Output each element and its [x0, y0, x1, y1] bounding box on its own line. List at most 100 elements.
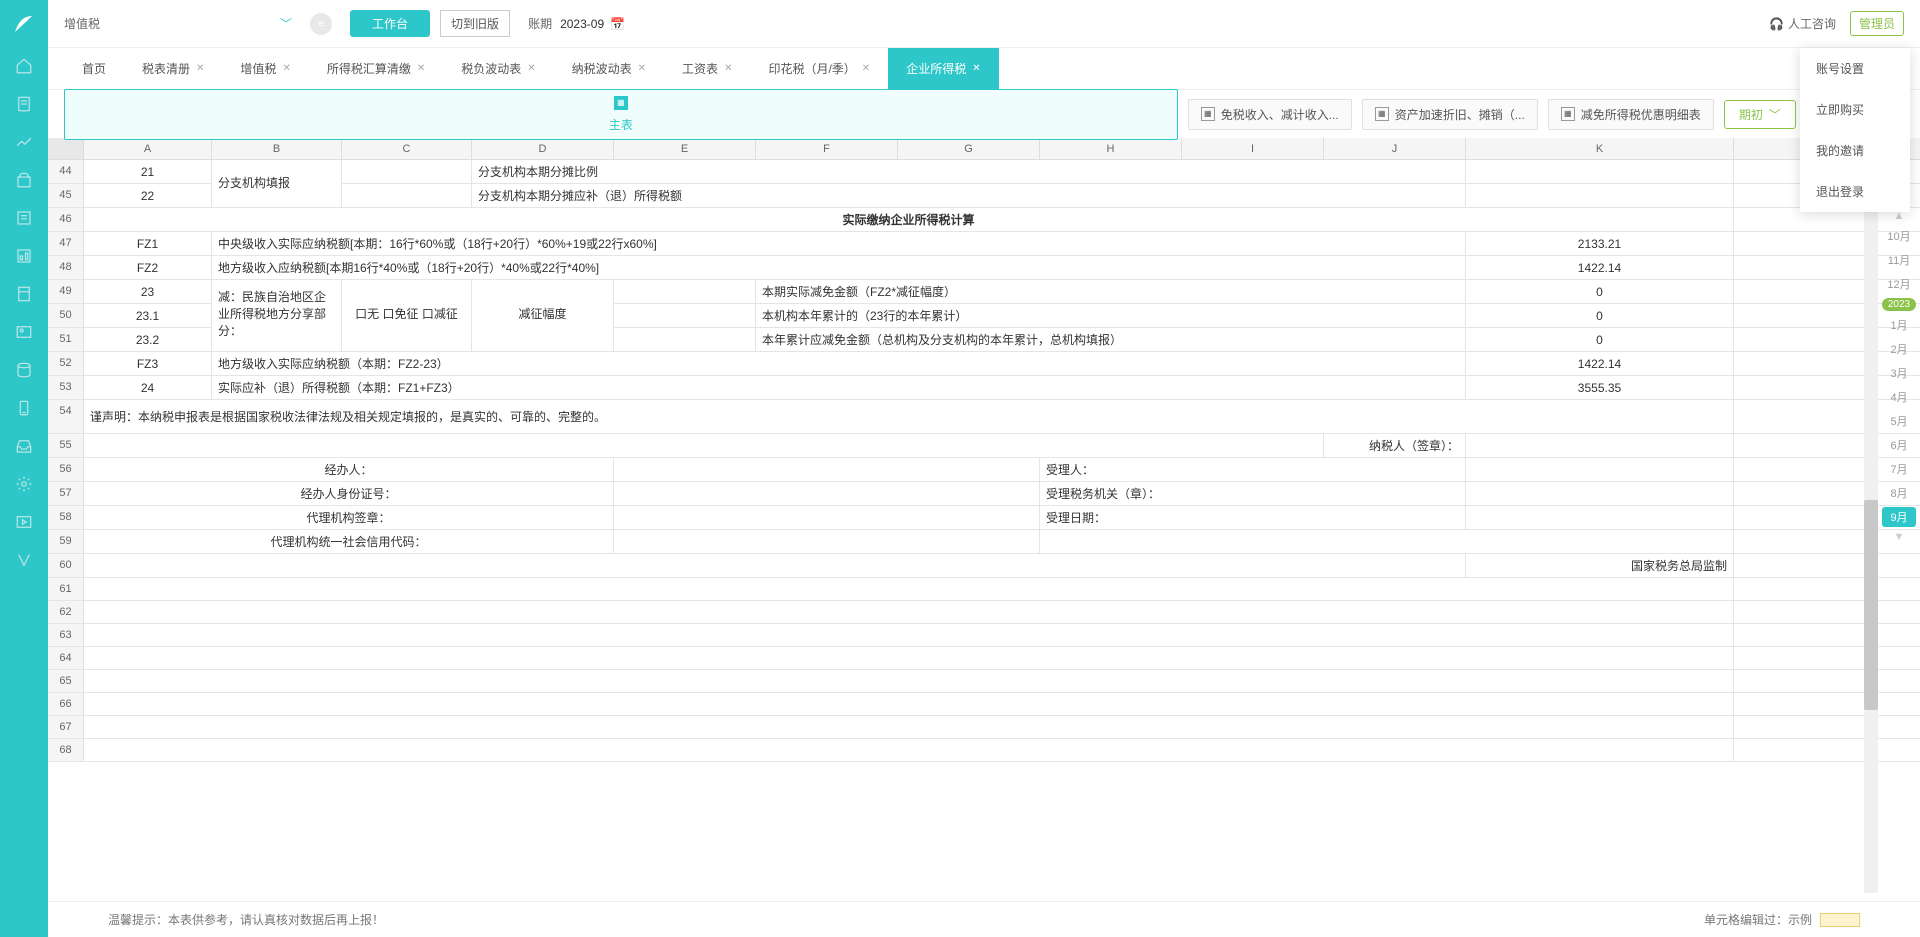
row-number[interactable]: 62 [48, 601, 84, 623]
cell[interactable]: 经办人： [84, 458, 614, 481]
cell[interactable] [1466, 434, 1734, 457]
row-number[interactable]: 56 [48, 458, 84, 481]
row-number[interactable]: 48 [48, 256, 84, 279]
switch-old-button[interactable]: 切到旧版 [440, 10, 510, 37]
cell[interactable]: 地方级收入应纳税额[本期16行*40%或（18行+20行）*40%或22行*40… [212, 256, 1466, 279]
cell[interactable] [84, 624, 1734, 646]
row-number[interactable]: 60 [48, 554, 84, 577]
cell[interactable]: 本期实际减免金额（FZ2*减征幅度） [756, 280, 1466, 303]
month-item[interactable]: 8月 [1886, 483, 1911, 503]
month-item[interactable]: 2月 [1886, 339, 1911, 359]
subtab-deduction[interactable]: ▦减免所得税优惠明细表 [1548, 99, 1714, 130]
tab[interactable]: 工资表✕ [664, 48, 750, 89]
month-item[interactable]: 1月 [1886, 315, 1911, 335]
nav-calc-icon[interactable] [14, 284, 34, 304]
cell[interactable]: FZ2 [84, 256, 212, 279]
row-number[interactable]: 50 [48, 304, 84, 327]
cell[interactable]: 0 [1466, 280, 1734, 303]
row-number[interactable]: 49 [48, 280, 84, 303]
cell[interactable]: 实际缴纳企业所得税计算 [84, 208, 1734, 231]
col-header[interactable]: B [212, 138, 342, 159]
tab[interactable]: 首页 [64, 48, 124, 89]
cell[interactable] [1466, 482, 1734, 505]
cell[interactable]: 23.1 [84, 304, 212, 327]
month-item[interactable]: 10月 [1883, 226, 1914, 246]
cell[interactable]: 23 [84, 280, 212, 303]
nav-inbox-icon[interactable] [14, 436, 34, 456]
cell[interactable]: 代理机构统一社会信用代码： [84, 530, 614, 553]
month-down-icon[interactable]: ▼ [1894, 531, 1905, 543]
dropdown-item-account[interactable]: 账号设置 [1800, 48, 1910, 89]
row-number[interactable]: 63 [48, 624, 84, 646]
tab[interactable]: 印花税（月/季）✕ [750, 48, 888, 89]
vertical-scrollbar[interactable] [1864, 160, 1878, 893]
cell[interactable]: 分支机构填报 [212, 160, 342, 204]
nav-gear-icon[interactable] [14, 474, 34, 494]
close-icon[interactable]: ✕ [638, 63, 646, 74]
consult-button[interactable]: 🎧 人工咨询 [1769, 15, 1836, 32]
close-icon[interactable]: ✕ [724, 63, 732, 74]
cell[interactable] [614, 304, 756, 327]
cell[interactable]: 谨声明：本纳税申报表是根据国家税收法律法规及相关规定填报的，是真实的、可靠的、完… [84, 400, 1734, 433]
cell[interactable]: FZ3 [84, 352, 212, 375]
close-icon[interactable]: ✕ [417, 63, 425, 74]
cell[interactable]: 纳税人（签章）： [1324, 434, 1466, 457]
nav-image-icon[interactable] [14, 322, 34, 342]
cell[interactable]: 受理税务机关（章）： [1040, 482, 1466, 505]
cell[interactable]: 经办人身份证号： [84, 482, 614, 505]
period-initial-dropdown[interactable]: 期初﹀ [1724, 100, 1796, 129]
nav-report-icon[interactable] [14, 246, 34, 266]
cell[interactable]: 中央级收入实际应纳税额[本期：16行*60%或（18行+20行）*60%+19或… [212, 232, 1466, 255]
row-number[interactable]: 46 [48, 208, 84, 231]
close-icon[interactable]: ✕ [527, 63, 535, 74]
cell[interactable] [342, 160, 472, 183]
cell[interactable] [614, 482, 1040, 505]
cell[interactable]: FZ1 [84, 232, 212, 255]
cell[interactable]: 0 [1466, 328, 1734, 351]
nav-home-icon[interactable] [14, 56, 34, 76]
row-number[interactable]: 55 [48, 434, 84, 457]
cell[interactable]: 受理人： [1040, 458, 1466, 481]
tab[interactable]: 所得税汇算清缴✕ [309, 48, 443, 89]
close-icon[interactable]: ✕ [862, 63, 870, 74]
row-number[interactable]: 54 [48, 400, 84, 433]
cell[interactable] [614, 458, 1040, 481]
cell[interactable] [342, 184, 472, 207]
cell[interactable] [84, 739, 1734, 761]
close-icon[interactable]: ✕ [282, 63, 290, 74]
select-all-corner[interactable] [48, 138, 84, 159]
row-number[interactable]: 67 [48, 716, 84, 738]
scroll-thumb[interactable] [1864, 500, 1878, 710]
cell[interactable]: 分支机构本期分摊应补（退）所得税额 [472, 184, 1466, 207]
month-item[interactable]: 11月 [1884, 250, 1914, 270]
month-item[interactable]: 7月 [1886, 459, 1911, 479]
tab[interactable]: 增值税✕ [222, 48, 308, 89]
workspace-button[interactable]: 工作台 [350, 10, 430, 37]
tab[interactable]: 企业所得税✕ [888, 48, 998, 89]
nav-v-icon[interactable] [14, 550, 34, 570]
col-header[interactable]: H [1040, 138, 1182, 159]
col-header[interactable]: G [898, 138, 1040, 159]
row-number[interactable]: 68 [48, 739, 84, 761]
col-header[interactable]: F [756, 138, 898, 159]
subtab-exempt[interactable]: ▦免税收入、减计收入... [1188, 99, 1352, 130]
cell[interactable] [84, 578, 1734, 600]
cell[interactable] [614, 530, 1040, 553]
row-number[interactable]: 45 [48, 184, 84, 207]
dropdown-item-invite[interactable]: 我的邀请 [1800, 130, 1910, 171]
cell[interactable]: 本机构本年累计的（23行的本年累计） [756, 304, 1466, 327]
month-item[interactable]: 6月 [1886, 435, 1911, 455]
nav-list-icon[interactable] [14, 208, 34, 228]
row-number[interactable]: 61 [48, 578, 84, 600]
nav-chart-icon[interactable] [14, 132, 34, 152]
cell[interactable] [614, 280, 756, 303]
nav-bag-icon[interactable] [14, 170, 34, 190]
cell[interactable]: 地方级收入实际应纳税额（本期：FZ2-23） [212, 352, 1466, 375]
tax-type-select[interactable]: 增值税 ﹀ [64, 15, 292, 32]
close-icon[interactable]: ✕ [972, 63, 980, 74]
month-item[interactable]: 4月 [1886, 387, 1911, 407]
cell[interactable]: 代理机构签章： [84, 506, 614, 529]
month-item[interactable]: 3月 [1886, 363, 1911, 383]
cell[interactable]: 21 [84, 160, 212, 183]
cell[interactable]: 1422.14 [1466, 352, 1734, 375]
